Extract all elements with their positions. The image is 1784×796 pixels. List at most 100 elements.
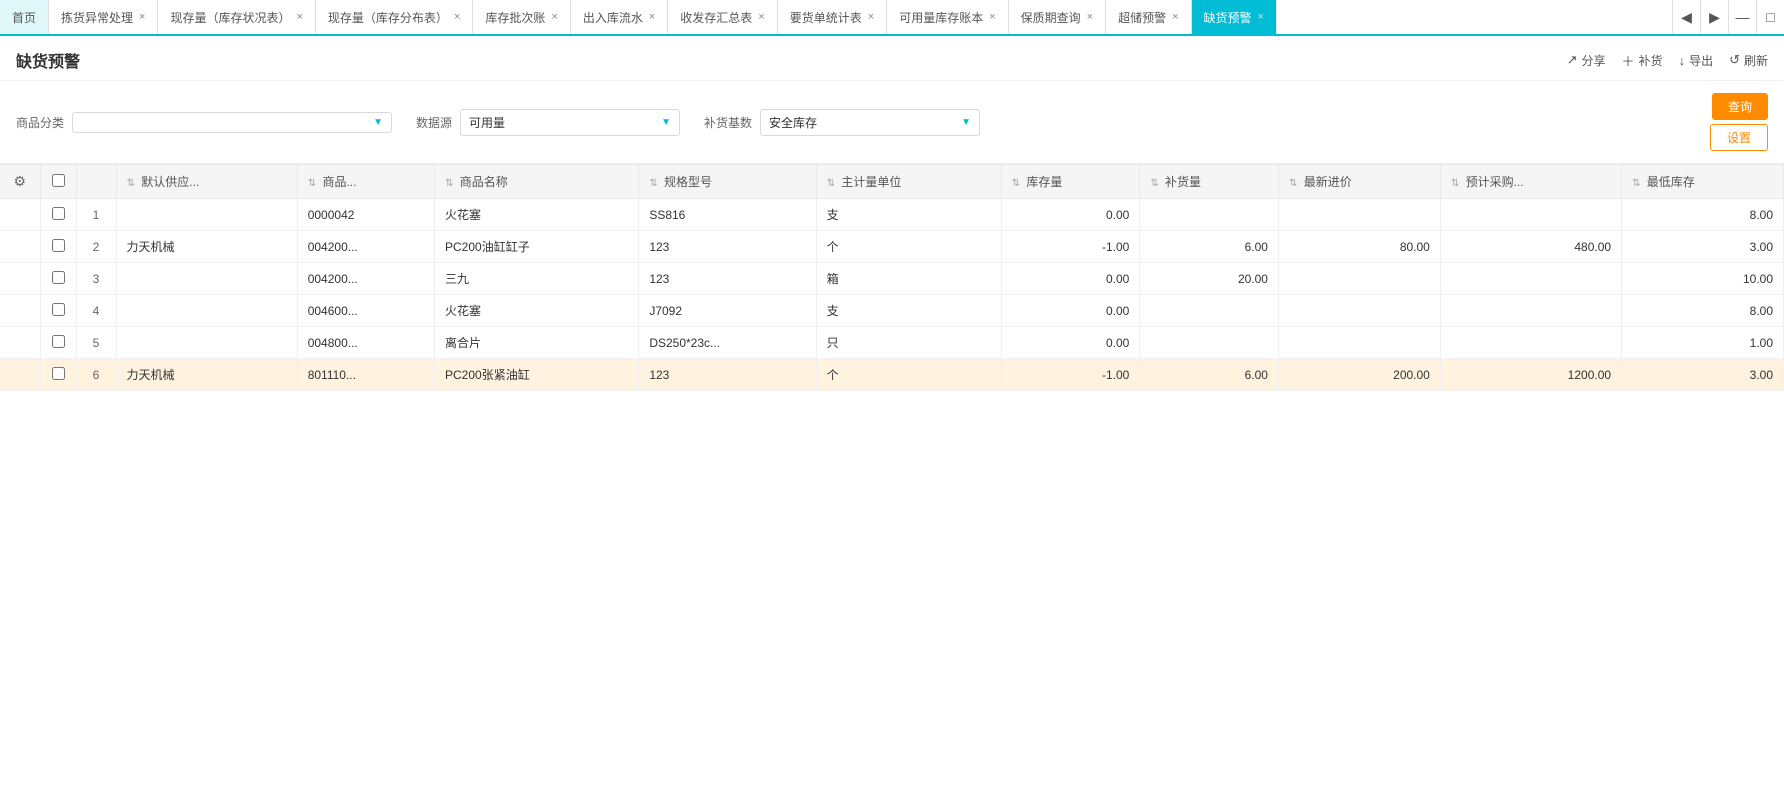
filter-category-select[interactable]: ▼ [72,112,392,133]
row-index-5: 6 [76,359,116,391]
row-product-code-2: 004200... [297,263,434,295]
tab-maximize-button[interactable]: □ [1756,0,1784,35]
row-estimated-purchase-4 [1440,327,1621,359]
row-checkbox-cell [40,359,76,391]
query-button[interactable]: 查询 [1712,93,1768,120]
table-header-row: ⚙ ⇅ 默认供应... ⇅ 商品... [0,165,1784,199]
row-estimated-purchase-0 [1440,199,1621,231]
col-product-code-header[interactable]: ⇅ 商品... [297,165,434,199]
col-estimated-purchase-header[interactable]: ⇅ 预计采购... [1440,165,1621,199]
close-tab-inventory-status[interactable]: × [296,11,302,23]
col-product-name-header[interactable]: ⇅ 商品名称 [435,165,639,199]
row-checkbox-cell [40,199,76,231]
row-stock-qty-2: 0.00 [1001,263,1140,295]
tab-batch-account[interactable]: 库存批次账 × [473,0,570,35]
filter-replenish-base-group: 补货基数 安全库存 ▼ [704,109,980,136]
close-tab-available-ledger[interactable]: × [989,11,995,23]
tab-home[interactable]: 首页 [0,0,49,35]
row-latest-price-2 [1278,263,1440,295]
tab-available-ledger[interactable]: 可用量库存账本 × [887,0,1008,35]
close-tab-receipt-summary[interactable]: × [758,11,764,23]
col-unit-header[interactable]: ⇅ 主计量单位 [816,165,1001,199]
tab-requisition-stat[interactable]: 要货单统计表 × [778,0,887,35]
header-actions: ↗ 分享 ＋ 补货 ↓ 导出 ↺ 刷新 [1567,51,1768,70]
tab-receipt-summary[interactable]: 收发存汇总表 × [668,0,777,35]
close-tab-inventory-dist[interactable]: × [454,11,460,23]
sort-icon-stock-qty: ⇅ [1012,178,1020,189]
row-supplier-2 [116,263,297,295]
col-checkbox-header [40,165,76,199]
table-row: 5 004800... 离合片 DS250*23c... 只 0.00 1.00 [0,327,1784,359]
close-tab-defect-process[interactable]: × [139,11,145,23]
tab-inout-flow[interactable]: 出入库流水 × [571,0,668,35]
table-row: 3 004200... 三九 123 箱 0.00 20.00 10.00 [0,263,1784,295]
table-row: 4 004600... 火花塞 J7092 支 0.00 8.00 [0,295,1784,327]
row-checkbox-2[interactable] [52,271,65,284]
row-product-name-4: 离合片 [435,327,639,359]
tab-overstock-warning[interactable]: 超储预警 × [1106,0,1191,35]
tab-bar: 首页 拣货异常处理 × 现存量（库存状况表） × 现存量（库存分布表） × 库存… [0,0,1784,36]
row-product-code-5: 801110... [297,359,434,391]
tab-inventory-status[interactable]: 现存量（库存状况表） × [158,0,315,35]
tab-expiry-query[interactable]: 保质期查询 × [1009,0,1106,35]
row-spec-model-1: 123 [639,231,816,263]
col-stock-qty-header[interactable]: ⇅ 库存量 [1001,165,1140,199]
row-unit-4: 只 [816,327,1001,359]
filter-category-group: 商品分类 ▼ [16,112,392,133]
row-min-stock-5: 3.00 [1622,359,1784,391]
row-checkbox-0[interactable] [52,207,65,220]
row-spec-model-2: 123 [639,263,816,295]
filter-replenish-base-select[interactable]: 安全库存 ▼ [760,109,980,136]
sort-icon-replenish-qty: ⇅ [1150,178,1158,189]
row-checkbox-cell [40,231,76,263]
col-latest-price-header[interactable]: ⇅ 最新进价 [1278,165,1440,199]
export-button[interactable]: ↓ 导出 [1679,52,1714,69]
row-latest-price-5: 200.00 [1278,359,1440,391]
tab-minimize-button[interactable]: — [1728,0,1756,35]
close-tab-expiry-query[interactable]: × [1087,11,1093,23]
shortage-warning-table: ⚙ ⇅ 默认供应... ⇅ 商品... [0,164,1784,391]
row-replenish-qty-4 [1140,327,1279,359]
row-checkbox-4[interactable] [52,335,65,348]
tab-defect-process[interactable]: 拣货异常处理 × [49,0,158,35]
close-tab-batch-account[interactable]: × [551,11,557,23]
close-tab-overstock-warning[interactable]: × [1172,11,1178,23]
col-default-supplier-header[interactable]: ⇅ 默认供应... [116,165,297,199]
row-latest-price-3 [1278,295,1440,327]
select-all-checkbox[interactable] [52,174,65,187]
row-unit-1: 个 [816,231,1001,263]
share-button[interactable]: ↗ 分享 [1567,52,1606,69]
col-replenish-qty-header[interactable]: ⇅ 补货量 [1140,165,1279,199]
row-replenish-qty-1: 6.00 [1140,231,1279,263]
row-replenish-qty-3 [1140,295,1279,327]
col-spec-model-header[interactable]: ⇅ 规格型号 [639,165,816,199]
tab-inventory-dist[interactable]: 现存量（库存分布表） × [316,0,473,35]
row-checkbox-1[interactable] [52,239,65,252]
row-latest-price-1: 80.00 [1278,231,1440,263]
col-settings[interactable]: ⚙ [0,165,40,199]
refresh-button[interactable]: ↺ 刷新 [1729,52,1768,69]
table-body: 1 0000042 火花塞 SS816 支 0.00 8.00 2 力天机械 0… [0,199,1784,391]
row-checkbox-cell [40,295,76,327]
close-tab-shortage-warning[interactable]: × [1258,11,1264,23]
tab-prev-button[interactable]: ◀ [1672,0,1700,35]
row-min-stock-4: 1.00 [1622,327,1784,359]
settings-button[interactable]: 设置 [1710,124,1768,151]
replenish-button[interactable]: ＋ 补货 [1622,51,1663,70]
close-tab-requisition-stat[interactable]: × [868,11,874,23]
row-checkbox-3[interactable] [52,303,65,316]
close-tab-inout-flow[interactable]: × [649,11,655,23]
row-product-name-2: 三九 [435,263,639,295]
row-spec-model-3: J7092 [639,295,816,327]
filter-datasource-select[interactable]: 可用量 ▼ [460,109,680,136]
share-icon: ↗ [1567,52,1578,68]
tab-nav-buttons: ◀ ▶ — □ [1672,0,1784,35]
tab-next-button[interactable]: ▶ [1700,0,1728,35]
page-header: 缺货预警 ↗ 分享 ＋ 补货 ↓ 导出 ↺ 刷新 [0,36,1784,81]
row-checkbox-5[interactable] [52,367,65,380]
row-unit-0: 支 [816,199,1001,231]
col-min-stock-header[interactable]: ⇅ 最低库存 [1622,165,1784,199]
row-supplier-1: 力天机械 [116,231,297,263]
row-latest-price-0 [1278,199,1440,231]
tab-shortage-warning[interactable]: 缺货预警 × [1192,0,1277,35]
